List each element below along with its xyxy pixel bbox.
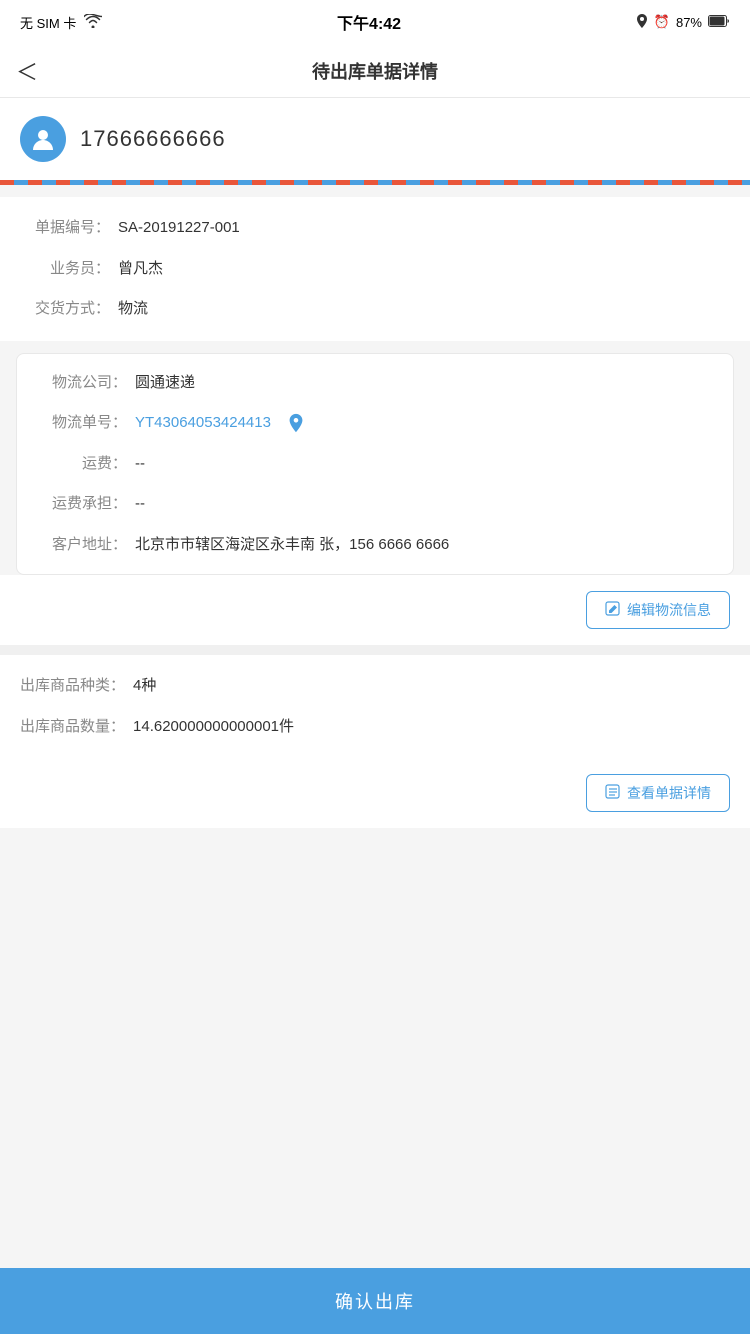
back-button[interactable]: ＜ xyxy=(8,47,46,95)
company-row: 物流公司： 圆通速递 xyxy=(37,372,713,395)
freight-value: -- xyxy=(135,453,713,476)
goods-quantity-row: 出库商品数量： 14.620000000000001件 xyxy=(20,716,730,739)
address-label: 客户地址： xyxy=(37,534,127,557)
confirm-label: 确认出库 xyxy=(335,1288,415,1314)
freight-bear-value: -- xyxy=(135,493,713,516)
tracking-value: YT43064053424413 xyxy=(135,412,713,435)
status-left: 无 SIM 卡 xyxy=(20,13,102,32)
goods-section: 出库商品种类： 4种 出库商品数量： 14.620000000000001件 xyxy=(0,655,750,758)
salesman-value: 曾凡杰 xyxy=(118,258,730,281)
status-time: 下午4:42 xyxy=(337,10,401,34)
sim-status: 无 SIM 卡 xyxy=(20,13,76,32)
wifi-icon xyxy=(84,14,102,31)
goods-type-row: 出库商品种类： 4种 xyxy=(20,675,730,698)
order-no-value: SA-20191227-001 xyxy=(118,217,730,240)
confirm-bar[interactable]: 确认出库 xyxy=(0,1268,750,1334)
battery-text: 87% xyxy=(676,15,702,30)
gray-separator xyxy=(0,645,750,655)
delivery-row: 交货方式： 物流 xyxy=(20,298,730,321)
tracking-row: 物流单号： YT43064053424413 xyxy=(37,412,713,435)
edit-logistics-button[interactable]: 编辑物流信息 xyxy=(586,591,730,629)
page-title: 待出库单据详情 xyxy=(312,58,438,84)
address-row: 客户地址： 北京市市辖区海淀区永丰南 张，156 6666 6666 xyxy=(37,534,713,557)
freight-bear-row: 运费承担： -- xyxy=(37,493,713,516)
goods-quantity-value: 14.620000000000001件 xyxy=(133,716,730,739)
avatar xyxy=(20,116,66,162)
track-location-icon[interactable] xyxy=(285,412,307,434)
freight-row: 运费： -- xyxy=(37,453,713,476)
view-detail-area: 查看单据详情 xyxy=(0,758,750,828)
dashed-divider xyxy=(0,180,750,185)
tracking-label: 物流单号： xyxy=(37,412,127,435)
edit-logistics-label: 编辑物流信息 xyxy=(627,600,711,620)
delivery-value: 物流 xyxy=(118,298,730,321)
delivery-label: 交货方式： xyxy=(20,298,110,321)
location-icon xyxy=(636,14,648,31)
bottom-spacer xyxy=(0,828,750,1028)
goods-quantity-label: 出库商品数量： xyxy=(20,716,125,739)
freight-bear-label: 运费承担： xyxy=(37,493,127,516)
nav-bar: ＜ 待出库单据详情 xyxy=(0,44,750,98)
edit-icon xyxy=(605,601,621,620)
view-detail-label: 查看单据详情 xyxy=(627,783,711,803)
edit-logistics-area: 编辑物流信息 xyxy=(0,575,750,645)
status-right: ⏰ 87% xyxy=(636,14,730,31)
salesman-row: 业务员： 曾凡杰 xyxy=(20,258,730,281)
order-info-section: 单据编号： SA-20191227-001 业务员： 曾凡杰 交货方式： 物流 xyxy=(0,197,750,341)
address-value: 北京市市辖区海淀区永丰南 张，156 6666 6666 xyxy=(135,534,713,557)
logistics-card: 物流公司： 圆通速递 物流单号： YT43064053424413 运费： --… xyxy=(16,353,734,576)
view-detail-button[interactable]: 查看单据详情 xyxy=(586,774,730,812)
battery-icon xyxy=(708,15,730,30)
salesman-label: 业务员： xyxy=(20,258,110,281)
status-bar: 无 SIM 卡 下午4:42 ⏰ 87% xyxy=(0,0,750,44)
customer-phone: 17666666666 xyxy=(80,126,226,152)
freight-label: 运费： xyxy=(37,453,127,476)
list-icon xyxy=(605,784,621,803)
alarm-icon: ⏰ xyxy=(654,14,670,30)
goods-type-label: 出库商品种类： xyxy=(20,675,125,698)
company-value: 圆通速递 xyxy=(135,372,713,395)
customer-header: 17666666666 xyxy=(0,98,750,180)
order-no-row: 单据编号： SA-20191227-001 xyxy=(20,217,730,240)
order-no-label: 单据编号： xyxy=(20,217,110,240)
company-label: 物流公司： xyxy=(37,372,127,395)
goods-type-value: 4种 xyxy=(133,675,730,698)
